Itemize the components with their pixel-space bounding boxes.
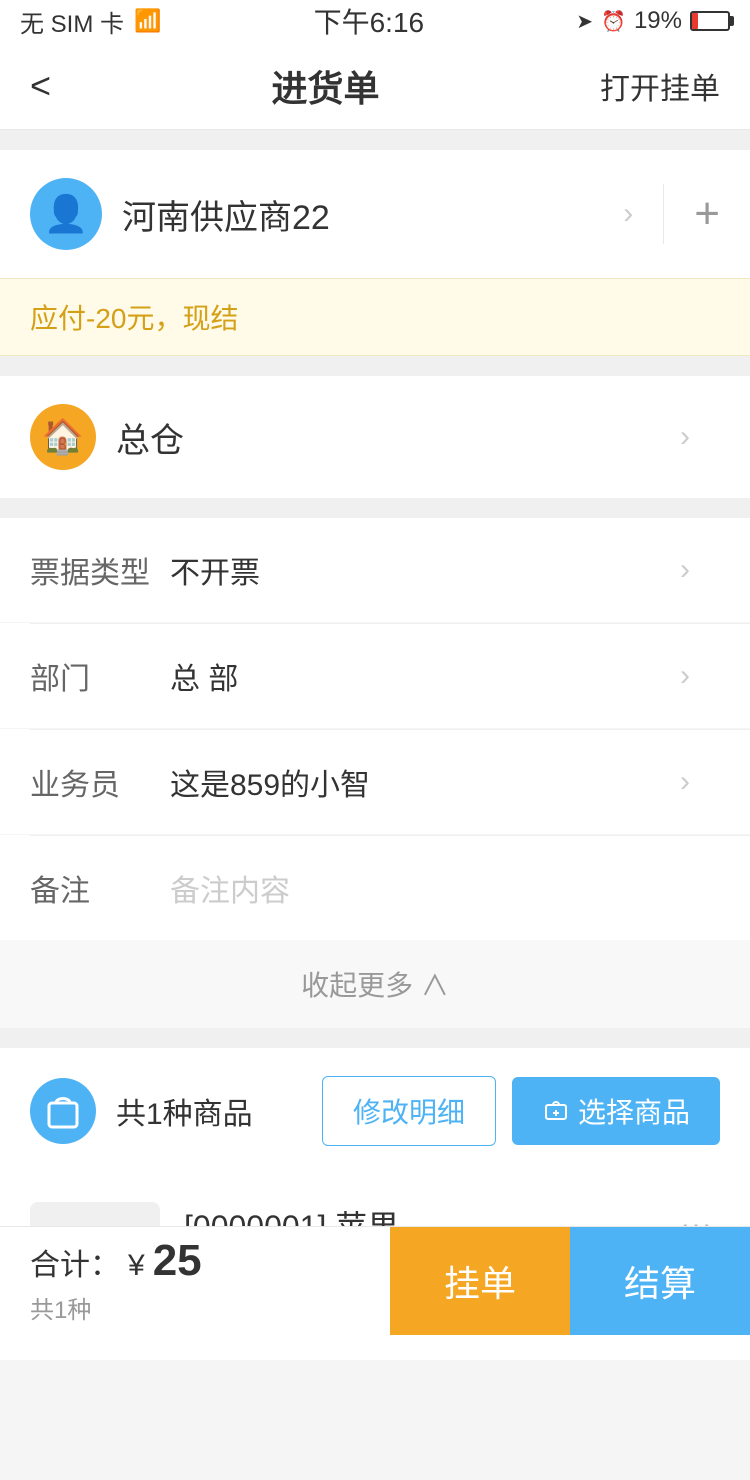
pay-label: 结算 [624, 1255, 696, 1307]
hold-label: 挂单 [444, 1255, 516, 1307]
supplier-avatar: 👤 [30, 178, 102, 250]
warehouse-chevron-icon: › [680, 420, 690, 454]
footer-total: 合计： ¥ 25 共1种 [0, 1236, 390, 1325]
warehouse-row[interactable]: 🏠 总仓 › [0, 376, 750, 498]
footer: 合计： ¥ 25 共1种 挂单 结算 [0, 1226, 750, 1334]
open-hold-button[interactable]: 打开挂单 [600, 64, 720, 108]
footer-spacer [0, 1360, 750, 1480]
product-bag-icon [41, 1089, 85, 1133]
supplier-divider [663, 184, 664, 244]
location-icon: ➤ [576, 9, 593, 34]
battery-icon [690, 11, 730, 31]
supplier-name: 河南供应商22 [122, 190, 623, 239]
supplier-section: 👤 河南供应商22 › + 应付-20元，现结 [0, 150, 750, 356]
page-title: 进货单 [272, 60, 380, 112]
alarm-icon: ⏰ [601, 9, 626, 34]
add-button[interactable]: + [694, 189, 720, 239]
supplier-avatar-icon: 👤 [44, 193, 89, 235]
battery-percent: 19% [634, 7, 682, 35]
department-row[interactable]: 部门 总 部 › [0, 624, 750, 729]
remark-placeholder: 备注内容 [170, 866, 720, 910]
department-chevron-icon: › [680, 659, 690, 693]
remark-row[interactable]: 备注 备注内容 [0, 836, 750, 940]
wifi-icon: 📶 [134, 8, 161, 34]
status-bar-time: 下午6:16 [314, 1, 425, 41]
nav-bar: < 进货单 打开挂单 [0, 42, 750, 130]
status-bar-right: ➤ ⏰ 19% [576, 7, 730, 35]
status-bar: 无 SIM 卡 📶 下午6:16 ➤ ⏰ 19% [0, 0, 750, 42]
supplier-chevron-icon: › [623, 197, 633, 231]
cart-icon [542, 1097, 570, 1125]
salesman-label: 业务员 [30, 760, 170, 804]
remark-label: 备注 [30, 866, 170, 910]
product-header: 共1种商品 修改明细 选择商品 [0, 1048, 750, 1174]
section-gap-1 [0, 130, 750, 150]
warehouse-icon-symbol: 🏠 [42, 417, 84, 457]
department-value: 总 部 [170, 654, 680, 698]
section-gap-4 [0, 1028, 750, 1048]
warehouse-section: 🏠 总仓 › [0, 376, 750, 498]
pay-button[interactable]: 结算 [570, 1227, 750, 1335]
product-count: 共1种商品 [116, 1089, 322, 1133]
department-label: 部门 [30, 654, 170, 698]
section-gap-3 [0, 498, 750, 518]
invoice-label: 票据类型 [30, 548, 170, 592]
salesman-value: 这是859的小智 [170, 760, 680, 804]
status-bar-left: 无 SIM 卡 📶 [20, 4, 161, 39]
product-icon-wrap [30, 1078, 96, 1144]
notice-text: 应付-20元，现结 [30, 303, 238, 334]
warehouse-icon: 🏠 [30, 404, 96, 470]
supplier-row[interactable]: 👤 河南供应商22 › + [0, 150, 750, 278]
select-product-label: 选择商品 [578, 1091, 690, 1131]
notice-bar: 应付-20元，现结 [0, 278, 750, 356]
edit-detail-button[interactable]: 修改明细 [322, 1076, 496, 1146]
invoice-value: 不开票 [170, 548, 680, 592]
footer-total-row: 合计： ¥ 25 [30, 1236, 360, 1286]
total-currency: ¥ [128, 1249, 145, 1283]
salesman-chevron-icon: › [680, 765, 690, 799]
back-button[interactable]: < [30, 65, 51, 107]
salesman-row[interactable]: 业务员 这是859的小智 › [0, 730, 750, 835]
collapse-button[interactable]: 收起更多 ∧ [0, 940, 750, 1028]
section-gap-2 [0, 356, 750, 376]
invoice-chevron-icon: › [680, 553, 690, 587]
invoice-row[interactable]: 票据类型 不开票 › [0, 518, 750, 623]
select-product-button[interactable]: 选择商品 [512, 1077, 720, 1145]
carrier-text: 无 SIM 卡 [20, 4, 124, 39]
collapse-label: 收起更多 ∧ [301, 970, 449, 1001]
total-label: 合计： [30, 1240, 120, 1284]
footer-sub: 共1种 [30, 1290, 360, 1325]
total-amount: 25 [153, 1236, 202, 1286]
form-section: 票据类型 不开票 › 部门 总 部 › 业务员 这是859的小智 › 备注 备注… [0, 518, 750, 940]
hold-button[interactable]: 挂单 [390, 1227, 570, 1335]
warehouse-name: 总仓 [116, 413, 680, 462]
